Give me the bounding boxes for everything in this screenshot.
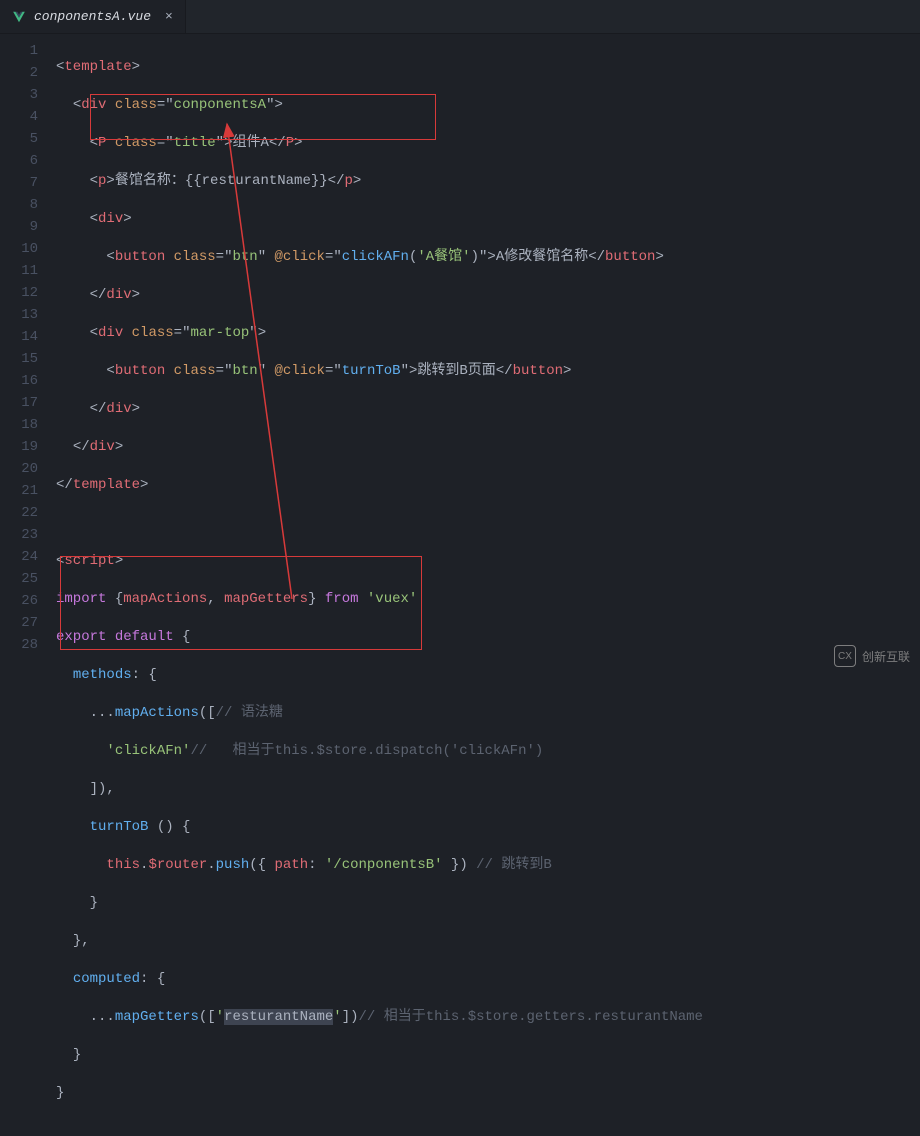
close-icon[interactable]: × <box>165 9 173 24</box>
vue-icon <box>12 10 26 24</box>
code-line: <button class="btn" @click="turnToB">跳转到… <box>56 360 920 382</box>
line-number: 8 <box>0 194 38 216</box>
line-number: 7 <box>0 172 38 194</box>
line-number: 6 <box>0 150 38 172</box>
code-line: } <box>56 1082 920 1104</box>
selected-text: resturantName <box>224 1009 333 1025</box>
code-line: <div class="conponentsA"> <box>56 94 920 116</box>
line-number: 9 <box>0 216 38 238</box>
line-number: 11 <box>0 260 38 282</box>
line-number: 13 <box>0 304 38 326</box>
code-line: <div class="mar-top"> <box>56 322 920 344</box>
code-line: computed: { <box>56 968 920 990</box>
code-line: <script> <box>56 550 920 572</box>
code-area[interactable]: <template> <div class="conponentsA"> <P … <box>56 34 920 677</box>
code-line <box>56 512 920 534</box>
line-number: 17 <box>0 392 38 414</box>
line-number: 2 <box>0 62 38 84</box>
tab-bar: conponentsA.vue × <box>0 0 920 34</box>
code-line: ...mapGetters(['resturantName'])// 相当于th… <box>56 1006 920 1028</box>
line-number: 24 <box>0 546 38 568</box>
watermark-text: 创新互联 <box>862 648 910 665</box>
line-number: 20 <box>0 458 38 480</box>
line-number: 28 <box>0 634 38 656</box>
code-line: 'clickAFn'// 相当于this.$store.dispatch('cl… <box>56 740 920 762</box>
line-number: 15 <box>0 348 38 370</box>
tab-filename: conponentsA.vue <box>34 9 151 24</box>
line-number: 12 <box>0 282 38 304</box>
line-number: 23 <box>0 524 38 546</box>
code-line: <button class="btn" @click="clickAFn('A餐… <box>56 246 920 268</box>
code-line: methods: { <box>56 664 920 686</box>
code-line: ]), <box>56 778 920 800</box>
line-number: 1 <box>0 40 38 62</box>
code-line: </template> <box>56 474 920 496</box>
code-line: <div> <box>56 208 920 230</box>
line-number: 14 <box>0 326 38 348</box>
code-line: } <box>56 1044 920 1066</box>
line-number: 5 <box>0 128 38 150</box>
code-line: ...mapActions([// 语法糖 <box>56 702 920 724</box>
code-line: </div> <box>56 284 920 306</box>
line-number: 26 <box>0 590 38 612</box>
editor[interactable]: 1 2 3 4 5 6 7 8 9 10 11 12 13 14 15 16 1… <box>0 34 920 677</box>
code-line: }, <box>56 930 920 952</box>
code-line: import {mapActions, mapGetters} from 'vu… <box>56 588 920 610</box>
tab-file[interactable]: conponentsA.vue × <box>0 0 186 33</box>
line-number: 18 <box>0 414 38 436</box>
line-number: 22 <box>0 502 38 524</box>
watermark-logo: CX <box>834 645 856 667</box>
code-line: export default { <box>56 626 920 648</box>
line-number: 27 <box>0 612 38 634</box>
gutter: 1 2 3 4 5 6 7 8 9 10 11 12 13 14 15 16 1… <box>0 34 56 677</box>
line-number: 10 <box>0 238 38 260</box>
watermark: CX 创新互联 <box>834 645 910 667</box>
code-line: this.$router.push({ path: '/conponentsB'… <box>56 854 920 876</box>
line-number: 4 <box>0 106 38 128</box>
code-line: </div> <box>56 436 920 458</box>
line-number: 3 <box>0 84 38 106</box>
line-number: 25 <box>0 568 38 590</box>
code-line: } <box>56 892 920 914</box>
line-number: 19 <box>0 436 38 458</box>
code-line: <p>餐馆名称：{{resturantName}}</p> <box>56 170 920 192</box>
line-number: 16 <box>0 370 38 392</box>
code-line: <template> <box>56 56 920 78</box>
code-line: </div> <box>56 398 920 420</box>
line-number: 21 <box>0 480 38 502</box>
code-line: <P class="title">组件A</P> <box>56 132 920 154</box>
code-line: turnToB () { <box>56 816 920 838</box>
